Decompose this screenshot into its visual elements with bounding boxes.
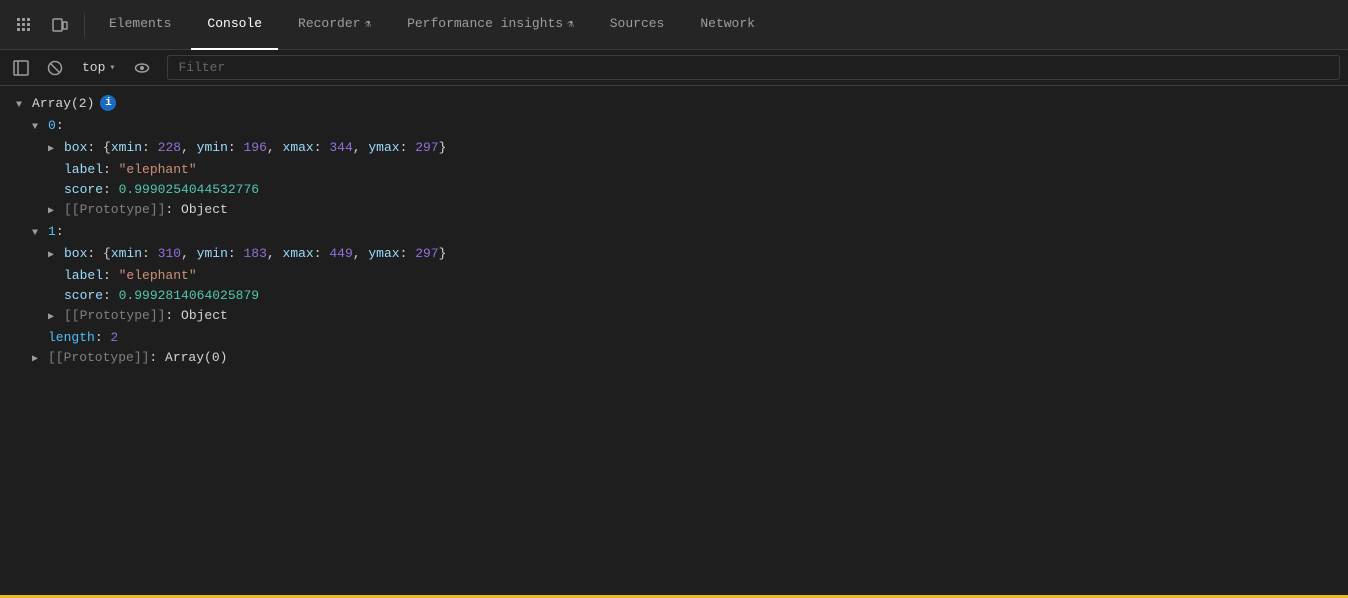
console-bar: top ▾ (0, 50, 1348, 86)
array-root-line: Array(2) i (0, 94, 1348, 116)
device-toggle-icon[interactable] (44, 9, 76, 41)
tab-console[interactable]: Console (191, 0, 278, 50)
item0-box-key: box (64, 139, 87, 157)
length-key: length (48, 329, 95, 347)
tab-recorder[interactable]: Recorder ⚗ (282, 0, 387, 50)
array-proto-line: [[Prototype]] : Array(0) (0, 348, 1348, 370)
tab-performance[interactable]: Performance insights ⚗ (391, 0, 590, 50)
item1-key: 1 (48, 223, 56, 241)
item0-proto-expand[interactable] (48, 201, 62, 221)
performance-flask-icon: ⚗ (567, 17, 574, 31)
context-label: top (82, 60, 105, 75)
tab-network-label: Network (700, 16, 755, 31)
item1-xmin-val: 310 (158, 245, 181, 263)
eye-icon[interactable] (129, 55, 155, 81)
item0-ymax-val: 297 (415, 139, 438, 157)
item0-box-brace-open: { (103, 139, 111, 157)
array-proto-label: [[Prototype]] (48, 349, 149, 367)
item0-ymin-key: ymin (197, 139, 228, 157)
array-expand-arrow[interactable] (16, 95, 30, 115)
toolbar-divider-1 (84, 13, 85, 37)
item1-score-key: score (64, 287, 103, 305)
array-proto-expand[interactable] (32, 349, 46, 369)
tab-sources[interactable]: Sources (594, 0, 681, 50)
tab-performance-label: Performance insights (407, 16, 563, 31)
item0-expand-arrow[interactable] (32, 117, 46, 137)
item0-label-key: label (64, 161, 103, 179)
item0-box-expand[interactable] (48, 139, 62, 159)
item0-score-line: score : 0.9990254044532776 (0, 180, 1348, 200)
array-label: Array(2) (32, 95, 94, 113)
item0-proto-line: [[Prototype]] : Object (0, 200, 1348, 222)
item1-ymax-val: 297 (415, 245, 438, 263)
item0-box-line: box : { xmin : 228 , ymin : 196 , xmax :… (0, 138, 1348, 160)
tab-console-label: Console (207, 16, 262, 31)
item1-proto-label: [[Prototype]] (64, 307, 165, 325)
item1-label-key: label (64, 267, 103, 285)
tab-elements[interactable]: Elements (93, 0, 187, 50)
item1-box-line: box : { xmin : 310 , ymin : 183 , xmax :… (0, 244, 1348, 266)
item0-proto-val: Object (181, 201, 228, 219)
item1-score-line: score : 0.9992814064025879 (0, 286, 1348, 306)
length-val: 2 (110, 329, 118, 347)
item1-proto-line: [[Prototype]] : Object (0, 306, 1348, 328)
inspect-icon[interactable] (8, 9, 40, 41)
item0-label-line: label : "elephant" (0, 160, 1348, 180)
item1-box-key: box (64, 245, 87, 263)
tab-elements-label: Elements (109, 16, 171, 31)
item0-line: 0 : (0, 116, 1348, 138)
item1-xmax-val: 449 (329, 245, 352, 263)
item0-label-val: "elephant" (119, 161, 197, 179)
console-output: Array(2) i 0 : box : { xmin : 228 , ymin… (0, 86, 1348, 598)
item0-xmin-val: 228 (158, 139, 181, 157)
item0-score-key: score (64, 181, 103, 199)
length-line: length : 2 (0, 328, 1348, 348)
item0-score-val: 0.9990254044532776 (119, 181, 259, 199)
context-selector[interactable]: top ▾ (76, 58, 121, 77)
item0-ymax-key: ymax (368, 139, 399, 157)
filter-container (167, 55, 1340, 80)
info-badge[interactable]: i (100, 95, 116, 111)
item0-box-colon: : (87, 139, 103, 157)
tab-sources-label: Sources (610, 16, 665, 31)
item0-ymin-val: 196 (244, 139, 267, 157)
tab-network[interactable]: Network (684, 0, 771, 50)
item0-proto-label: [[Prototype]] (64, 201, 165, 219)
item0-xmin-key: xmin (111, 139, 142, 157)
item1-colon: : (56, 223, 64, 241)
filter-input[interactable] (174, 58, 1333, 77)
item0-xmax-val: 344 (329, 139, 352, 157)
item1-score-val: 0.9992814064025879 (119, 287, 259, 305)
clear-console-icon[interactable] (42, 55, 68, 81)
recorder-flask-icon: ⚗ (364, 17, 371, 31)
array-proto-val: Array(0) (165, 349, 227, 367)
item0-key: 0 (48, 117, 56, 135)
item0-colon: : (56, 117, 64, 135)
item1-proto-val: Object (181, 307, 228, 325)
item1-label-val: "elephant" (119, 267, 197, 285)
chevron-down-icon: ▾ (109, 62, 115, 74)
item1-line: 1 : (0, 222, 1348, 244)
devtools-toolbar: Elements Console Recorder ⚗ Performance … (0, 0, 1348, 50)
item1-ymin-val: 183 (244, 245, 267, 263)
item1-label-line: label : "elephant" (0, 266, 1348, 286)
item0-box-brace-close: } (439, 139, 447, 157)
item1-expand-arrow[interactable] (32, 223, 46, 243)
item1-box-expand[interactable] (48, 245, 62, 265)
sidebar-toggle-icon[interactable] (8, 55, 34, 81)
item1-proto-expand[interactable] (48, 307, 62, 327)
item0-xmax-key: xmax (283, 139, 314, 157)
tab-recorder-label: Recorder (298, 16, 360, 31)
